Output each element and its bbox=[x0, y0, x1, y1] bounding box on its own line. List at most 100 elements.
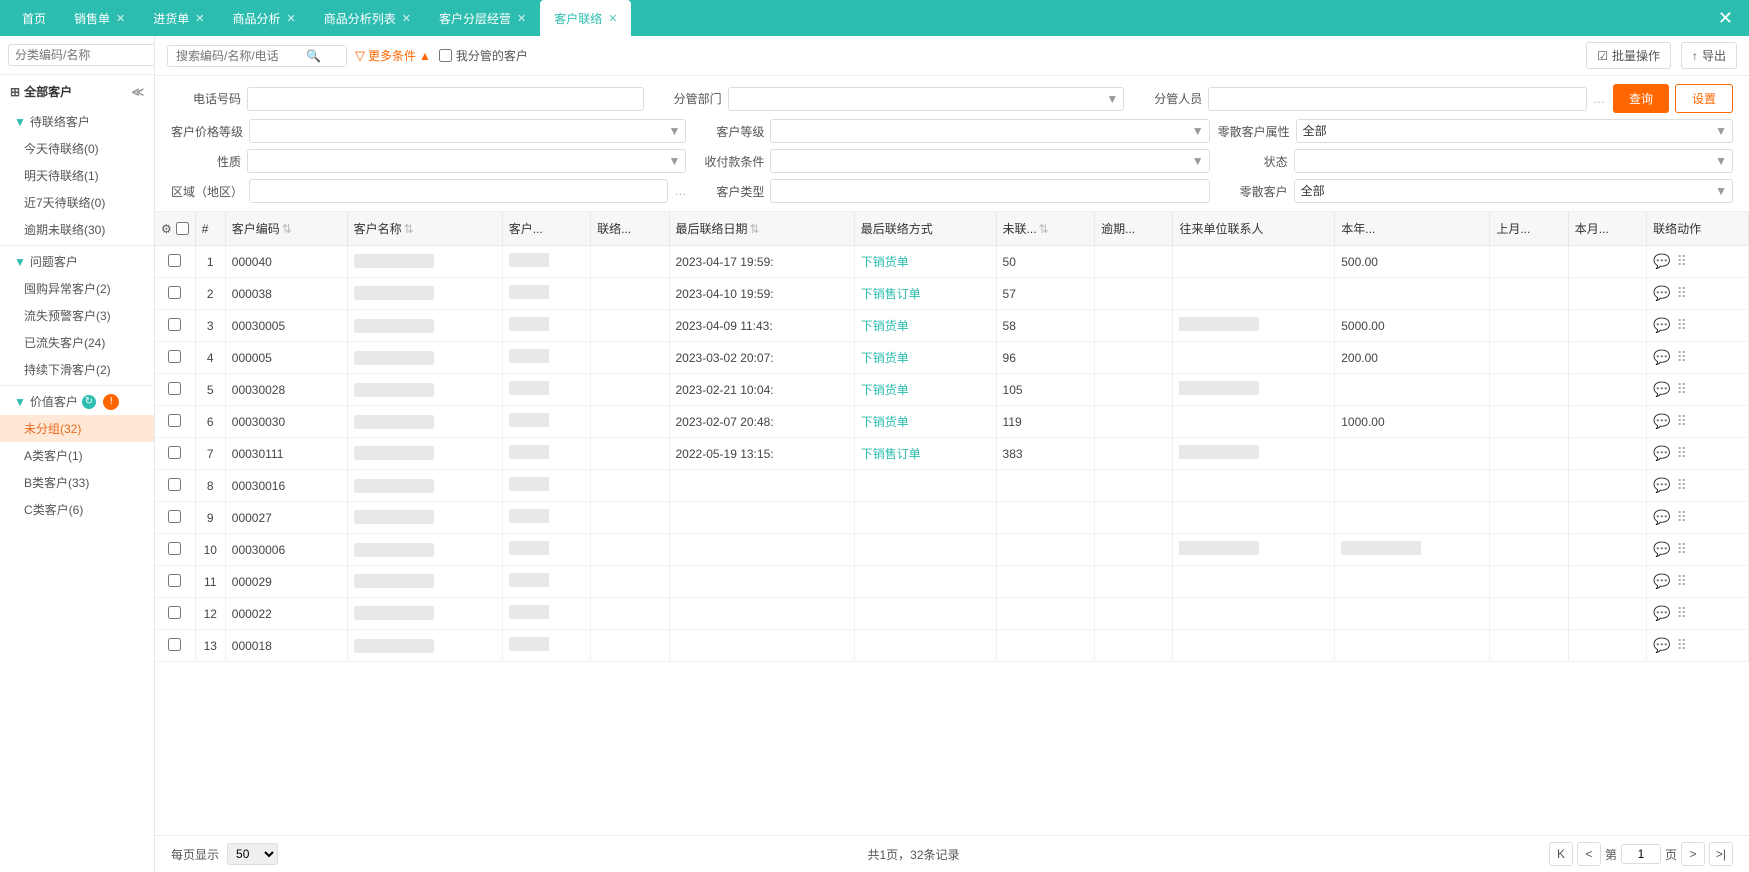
filter-search-icon[interactable]: 🔍 bbox=[306, 49, 321, 63]
payment-select[interactable] bbox=[770, 149, 1209, 173]
sidebar-item-abnormal-purchase[interactable]: 囤购异常客户(2) bbox=[0, 275, 154, 302]
close-icon[interactable]: ✕ bbox=[116, 12, 125, 25]
settings-icon[interactable]: ⚙ bbox=[161, 222, 172, 236]
more-actions-icon[interactable]: ⠿ bbox=[1677, 381, 1687, 398]
row-checkbox[interactable] bbox=[168, 606, 181, 619]
tab-customer-contact[interactable]: 客户联络 ✕ bbox=[540, 0, 631, 36]
row-checkbox[interactable] bbox=[168, 350, 181, 363]
row-last-method[interactable]: 下销售订单 bbox=[854, 278, 996, 310]
contact-icon[interactable]: 💬 bbox=[1653, 605, 1670, 622]
more-actions-icon[interactable]: ⠿ bbox=[1677, 349, 1687, 366]
contact-icon[interactable]: 💬 bbox=[1653, 509, 1670, 526]
row-last-method[interactable] bbox=[854, 502, 996, 534]
more-actions-icon[interactable]: ⠿ bbox=[1677, 477, 1687, 494]
reset-button[interactable]: 设置 bbox=[1675, 84, 1733, 113]
retail-attr-select[interactable]: 全部 bbox=[1296, 119, 1733, 143]
row-last-method[interactable] bbox=[854, 470, 996, 502]
row-checkbox[interactable] bbox=[168, 382, 181, 395]
more-actions-icon[interactable]: ⠿ bbox=[1677, 509, 1687, 526]
name-header[interactable]: 客户名称⇅ bbox=[347, 212, 502, 246]
sidebar-item-overdue-no-contact[interactable]: 逾期未联络(30) bbox=[0, 216, 154, 243]
row-last-method[interactable] bbox=[854, 534, 996, 566]
row-last-method[interactable]: 下销货单 bbox=[854, 246, 996, 278]
last-date-header[interactable]: 最后联络日期⇅ bbox=[669, 212, 854, 246]
tab-sales-order[interactable]: 销售单 ✕ bbox=[60, 0, 139, 36]
more-actions-icon[interactable]: ⠿ bbox=[1677, 317, 1687, 334]
sidebar-item-lost[interactable]: 已流失客户(24) bbox=[0, 329, 154, 356]
more-actions-icon[interactable]: ⠿ bbox=[1677, 413, 1687, 430]
contact-icon[interactable]: 💬 bbox=[1653, 317, 1670, 334]
contact-icon[interactable]: 💬 bbox=[1653, 381, 1670, 398]
sidebar-item-class-b[interactable]: B类客户(33) bbox=[0, 469, 154, 496]
sidebar-group-pending[interactable]: ▼ 待联络客户 bbox=[0, 108, 154, 135]
my-customers-checkbox[interactable] bbox=[439, 49, 452, 62]
retail-customer-select[interactable]: 全部 bbox=[1294, 179, 1733, 203]
query-button[interactable]: 查询 bbox=[1613, 84, 1669, 113]
area-more-icon[interactable]: … bbox=[674, 184, 686, 198]
sidebar-all-customers[interactable]: ⊞ 全部客户 ≪ bbox=[0, 75, 154, 108]
tab-product-analysis-list[interactable]: 商品分析列表 ✕ bbox=[310, 0, 425, 36]
code-header[interactable]: 客户编码⇅ bbox=[225, 212, 347, 246]
dept-select[interactable] bbox=[728, 87, 1125, 111]
customer-type-select[interactable] bbox=[770, 179, 1209, 203]
contact-icon[interactable]: 💬 bbox=[1653, 477, 1670, 494]
more-icon[interactable]: … bbox=[1593, 92, 1605, 106]
gender-select[interactable] bbox=[247, 149, 686, 173]
contact-icon[interactable]: 💬 bbox=[1653, 541, 1670, 558]
sidebar-search-input[interactable] bbox=[8, 44, 155, 66]
row-checkbox[interactable] bbox=[168, 318, 181, 331]
more-actions-icon[interactable]: ⠿ bbox=[1677, 445, 1687, 462]
status-select[interactable] bbox=[1294, 149, 1733, 173]
more-actions-icon[interactable]: ⠿ bbox=[1677, 637, 1687, 654]
sidebar-item-tomorrow-pending[interactable]: 明天待联络(1) bbox=[0, 162, 154, 189]
contact-icon[interactable]: 💬 bbox=[1653, 349, 1670, 366]
phone-input[interactable] bbox=[247, 87, 644, 111]
row-checkbox[interactable] bbox=[168, 414, 181, 427]
contact-icon[interactable]: 💬 bbox=[1653, 285, 1670, 302]
person-input[interactable] bbox=[1208, 87, 1587, 111]
tab-purchase[interactable]: 进货单 ✕ bbox=[139, 0, 218, 36]
close-icon[interactable]: ✕ bbox=[195, 12, 204, 25]
close-icon[interactable]: ✕ bbox=[608, 12, 617, 25]
sidebar-item-class-c[interactable]: C类客户(6) bbox=[0, 496, 154, 523]
row-checkbox[interactable] bbox=[168, 478, 181, 491]
app-close-button[interactable]: ✕ bbox=[1710, 8, 1741, 29]
sidebar-item-7days-pending[interactable]: 近7天待联络(0) bbox=[0, 189, 154, 216]
contact-icon[interactable]: 💬 bbox=[1653, 573, 1670, 590]
prev-page-button[interactable]: < bbox=[1577, 842, 1601, 866]
contact-icon[interactable]: 💬 bbox=[1653, 253, 1670, 270]
more-actions-icon[interactable]: ⠿ bbox=[1677, 285, 1687, 302]
contact-icon[interactable]: 💬 bbox=[1653, 445, 1670, 462]
tab-customer-segment[interactable]: 客户分层经营 ✕ bbox=[425, 0, 540, 36]
close-icon[interactable]: ✕ bbox=[517, 12, 526, 25]
more-actions-icon[interactable]: ⠿ bbox=[1677, 253, 1687, 270]
row-checkbox[interactable] bbox=[168, 574, 181, 587]
contact-icon[interactable]: 💬 bbox=[1653, 413, 1670, 430]
refresh-icon[interactable]: ↻ bbox=[82, 395, 96, 409]
row-checkbox[interactable] bbox=[168, 638, 181, 651]
tab-home[interactable]: 首页 bbox=[8, 0, 60, 36]
filter-search-input[interactable] bbox=[176, 49, 306, 63]
row-last-method[interactable]: 下销货单 bbox=[854, 342, 996, 374]
area-input[interactable] bbox=[249, 179, 668, 203]
row-checkbox[interactable] bbox=[168, 510, 181, 523]
sidebar-item-class-a[interactable]: A类客户(1) bbox=[0, 442, 154, 469]
sidebar-item-unassigned[interactable]: 未分组(32) bbox=[0, 415, 154, 442]
unlisted-header[interactable]: 未联...⇅ bbox=[996, 212, 1095, 246]
price-level-select[interactable] bbox=[249, 119, 686, 143]
export-button[interactable]: ↑ 导出 bbox=[1681, 42, 1737, 69]
page-number-input[interactable] bbox=[1621, 844, 1661, 864]
row-last-method[interactable]: 下销货单 bbox=[854, 310, 996, 342]
sidebar-item-loss-warning[interactable]: 流失预警客户(3) bbox=[0, 302, 154, 329]
sidebar-item-declining[interactable]: 持续下滑客户(2) bbox=[0, 356, 154, 383]
last-page-button[interactable]: >| bbox=[1709, 842, 1733, 866]
contact-icon[interactable]: 💬 bbox=[1653, 637, 1670, 654]
close-icon[interactable]: ✕ bbox=[287, 12, 296, 25]
more-actions-icon[interactable]: ⠿ bbox=[1677, 573, 1687, 590]
customer-level-select[interactable] bbox=[770, 119, 1209, 143]
tab-product-analysis[interactable]: 商品分析 ✕ bbox=[218, 0, 309, 36]
row-last-method[interactable] bbox=[854, 598, 996, 630]
page-size-select[interactable]: 50 100 bbox=[227, 843, 278, 865]
batch-ops-button[interactable]: ☑ 批量操作 bbox=[1586, 42, 1671, 69]
filter-more-button[interactable]: ▽ 更多条件 ▲ bbox=[355, 47, 431, 64]
